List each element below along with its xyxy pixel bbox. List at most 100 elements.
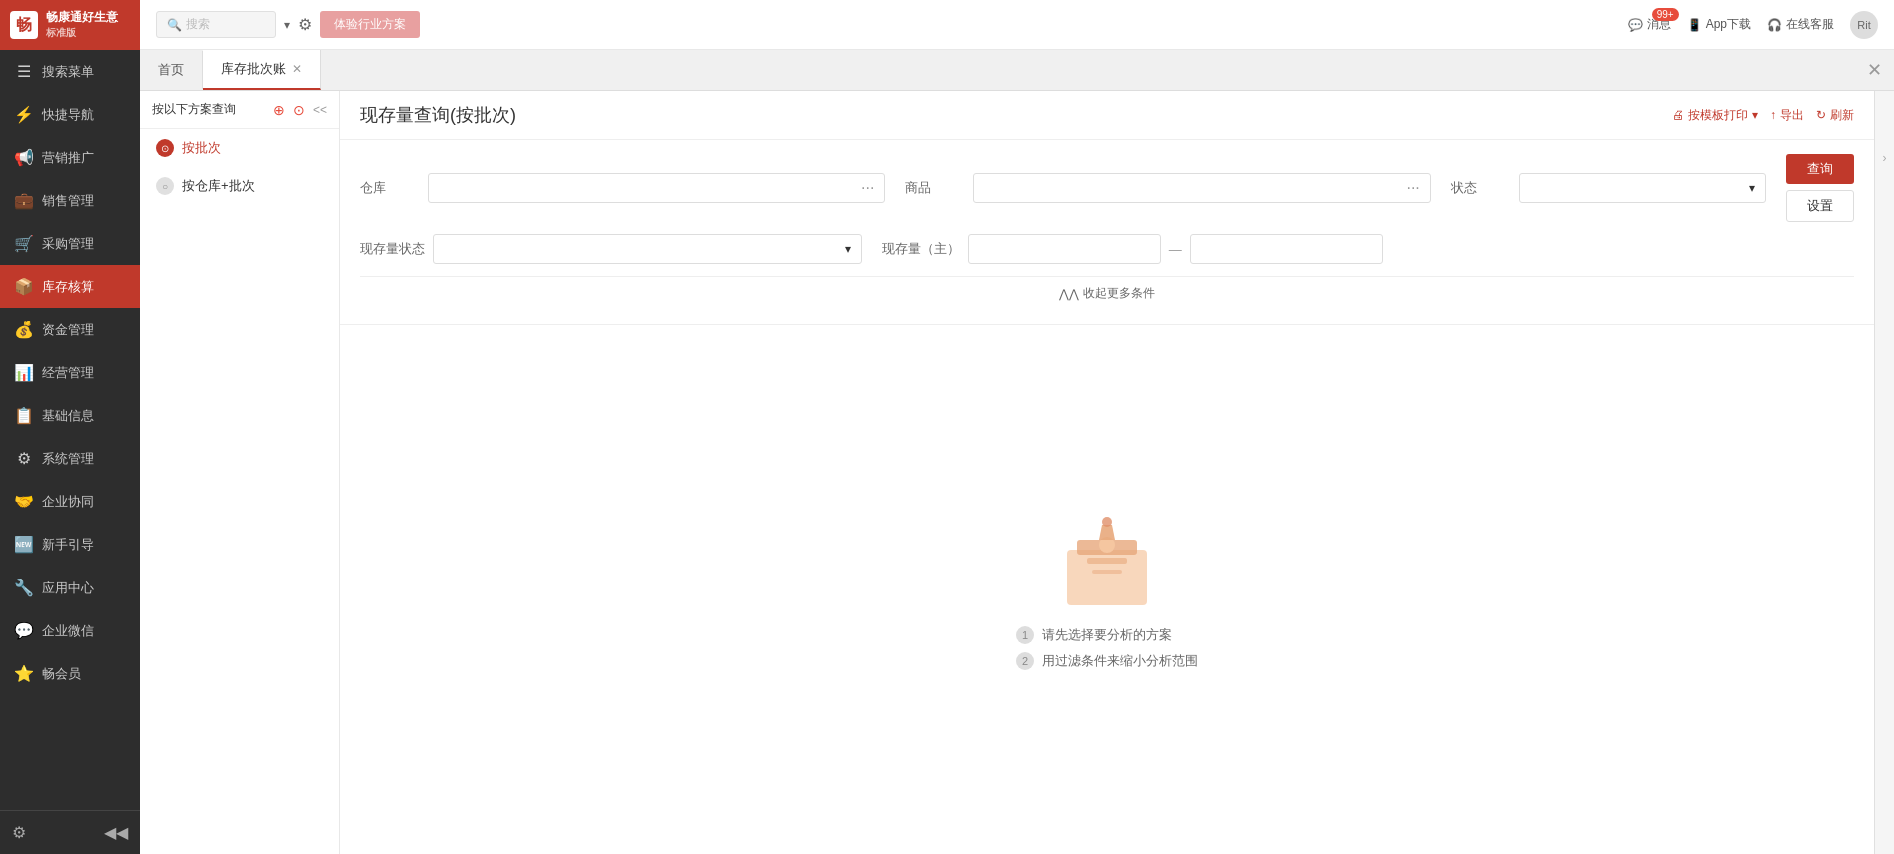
filter-warehouse: 仓库 ··· [360, 173, 885, 203]
sidebar-item-12[interactable]: 🔧应用中心 [0, 566, 140, 609]
app-download-btn[interactable]: 📱 App下载 [1687, 16, 1751, 33]
online-service-btn[interactable]: 🎧 在线客服 [1767, 16, 1834, 33]
topbar-right: 💬 消息 99+ 📱 App下载 🎧 在线客服 Rit [1628, 11, 1878, 39]
sidebar-item-6[interactable]: 💰资金管理 [0, 308, 140, 351]
sidebar-label-11: 新手引导 [42, 536, 94, 554]
sidebar-item-8[interactable]: 📋基础信息 [0, 394, 140, 437]
sidebar-item-2[interactable]: 📢 营销推广 [0, 136, 140, 179]
sidebar-item-13[interactable]: 💬企业微信 [0, 609, 140, 652]
left-panel: 按以下方案查询 ⊕ ⊙ << ⊙ 按批次 ○ 按仓库+批次 [140, 91, 340, 854]
collapse-panel-icon[interactable]: << [313, 103, 327, 117]
filter-row-1: 仓库 ··· 商品 ··· 状态 [360, 154, 1854, 222]
right-panel: 现存量查询(按批次) 🖨 按模板打印 ▾ ↑ 导出 ↻ 刷新 [340, 91, 1874, 854]
sidebar-item-11[interactable]: 🆕新手引导 [0, 523, 140, 566]
tip-text-1: 请先选择要分析的方案 [1042, 626, 1172, 644]
sidebar-item-9[interactable]: ⚙系统管理 [0, 437, 140, 480]
sidebar-label-10: 企业协同 [42, 493, 94, 511]
page-content: 按以下方案查询 ⊕ ⊙ << ⊙ 按批次 ○ 按仓库+批次 现存量查询(按批次) [140, 91, 1894, 854]
scheme-settings-icon[interactable]: ⊙ [293, 102, 305, 118]
scheme-inactive-icon: ○ [156, 177, 174, 195]
print-button[interactable]: 🖨 按模板打印 ▾ [1672, 107, 1758, 124]
scheme-item-warehouse-batch[interactable]: ○ 按仓库+批次 [140, 167, 339, 205]
query-button[interactable]: 查询 [1786, 154, 1854, 184]
warehouse-input[interactable]: ··· [428, 173, 885, 203]
sidebar-header: 畅 畅康通好生意 标准版 [0, 0, 140, 50]
refresh-button[interactable]: ↻ 刷新 [1816, 107, 1854, 124]
sidebar-icon-1: ⚡ [14, 105, 34, 124]
sidebar-label-6: 资金管理 [42, 321, 94, 339]
sidebar-item-10[interactable]: 🤝 企业协同 [0, 480, 140, 523]
right-edge: › [1874, 91, 1894, 854]
empty-state: 1 请先选择要分析的方案 2 用过滤条件来缩小分析范围 [340, 325, 1874, 854]
add-scheme-icon[interactable]: ⊕ [273, 102, 285, 118]
sidebar-icon-9: ⚙ [14, 449, 34, 468]
sidebar-item-3[interactable]: 💼 销售管理 [0, 179, 140, 222]
settings-bottom-icon[interactable]: ⚙ [8, 819, 30, 846]
sidebar-label-2: 营销推广 [42, 149, 94, 167]
tabbar: 首页 库存批次账 ✕ ✕ [140, 50, 1894, 91]
filter-stock-qty: 现存量（主） — [882, 234, 1384, 264]
tab-close-right-icon[interactable]: ✕ [1855, 59, 1894, 81]
export-icon: ↑ [1770, 108, 1776, 122]
sidebar-icon-2: 📢 [14, 148, 34, 167]
sidebar-icon-3: 💼 [14, 191, 34, 210]
scheme-item-batch[interactable]: ⊙ 按批次 [140, 129, 339, 167]
svg-point-6 [1102, 517, 1112, 527]
filter-status: 状态 ▾ [1451, 173, 1766, 203]
filter-area: 仓库 ··· 商品 ··· 状态 [340, 140, 1874, 325]
app-logo: 畅 [10, 11, 38, 39]
product-input[interactable]: ··· [973, 173, 1430, 203]
stock-qty-from-input[interactable] [968, 234, 1161, 264]
sidebar-item-14[interactable]: ⭐畅会员 [0, 652, 140, 695]
sidebar-icon-4: 🛒 [14, 234, 34, 253]
right-edge-arrow[interactable]: › [1883, 151, 1887, 165]
sidebar-label-0: 搜索菜单 [42, 63, 94, 81]
title-actions: 🖨 按模板打印 ▾ ↑ 导出 ↻ 刷新 [1672, 107, 1854, 124]
stock-qty-to-input[interactable] [1190, 234, 1383, 264]
collapse-sidebar-icon[interactable]: ◀◀ [100, 819, 132, 846]
empty-tip-2: 2 用过滤条件来缩小分析范围 [1016, 652, 1198, 670]
sidebar-label-12: 应用中心 [42, 579, 94, 597]
tip-text-2: 用过滤条件来缩小分析范围 [1042, 652, 1198, 670]
page-title: 现存量查询(按批次) [360, 103, 516, 127]
main-area: 🔍 搜索 ▾ ⚙ 体验行业方案 💬 消息 99+ 📱 App下载 🎧 在线客服 … [140, 0, 1894, 854]
export-button[interactable]: ↑ 导出 [1770, 107, 1804, 124]
print-dropdown-icon[interactable]: ▾ [1752, 108, 1758, 122]
status-select[interactable]: ▾ [1519, 173, 1766, 203]
empty-illustration [1047, 510, 1167, 610]
tab-inventory[interactable]: 库存批次账 ✕ [203, 50, 321, 90]
tab-inventory-label: 库存批次账 [221, 60, 286, 78]
tab-close-icon[interactable]: ✕ [292, 62, 302, 76]
sidebar-item-5[interactable]: 📦库存核算 [0, 265, 140, 308]
sidebar-item-1[interactable]: ⚡快捷导航 [0, 93, 140, 136]
settings-button[interactable]: 设置 [1786, 190, 1854, 222]
user-avatar[interactable]: Rit [1850, 11, 1878, 39]
collapse-more-btn[interactable]: ⋀⋀ 收起更多条件 [360, 276, 1854, 310]
collapse-more-label: 收起更多条件 [1083, 285, 1155, 302]
stock-status-label: 现存量状态 [360, 240, 425, 258]
export-label: 导出 [1780, 107, 1804, 124]
empty-tips: 1 请先选择要分析的方案 2 用过滤条件来缩小分析范围 [1016, 626, 1198, 670]
search-icon: 🔍 [167, 18, 182, 32]
messages-btn[interactable]: 💬 消息 99+ [1628, 16, 1671, 33]
search-bar[interactable]: 🔍 搜索 [156, 11, 276, 38]
product-label: 商品 [905, 179, 965, 197]
sidebar-item-7[interactable]: 📊经营管理 [0, 351, 140, 394]
filter-product: 商品 ··· [905, 173, 1430, 203]
collapse-up-icon: ⋀⋀ [1059, 287, 1079, 301]
search-dropdown-icon[interactable]: ▾ [284, 18, 290, 32]
tab-home[interactable]: 首页 [140, 51, 203, 89]
sidebar-icon-5: 📦 [14, 277, 34, 296]
stock-status-select[interactable]: ▾ [433, 234, 862, 264]
topbar-left: 🔍 搜索 ▾ ⚙ 体验行业方案 [156, 11, 1618, 38]
sidebar-item-4[interactable]: 🛒采购管理 [0, 222, 140, 265]
experience-button[interactable]: 体验行业方案 [320, 11, 420, 38]
app-download-label: App下载 [1706, 16, 1751, 33]
sidebar-item-0[interactable]: ☰搜索菜单 [0, 50, 140, 93]
filter-buttons: 查询 设置 [1786, 154, 1854, 222]
topbar-settings-icon[interactable]: ⚙ [298, 15, 312, 34]
sidebar-label-13: 企业微信 [42, 622, 94, 640]
sidebar-icon-10: 🤝 [14, 492, 34, 511]
stock-status-arrow-icon: ▾ [845, 242, 851, 256]
sidebar-label-3: 销售管理 [42, 192, 94, 210]
